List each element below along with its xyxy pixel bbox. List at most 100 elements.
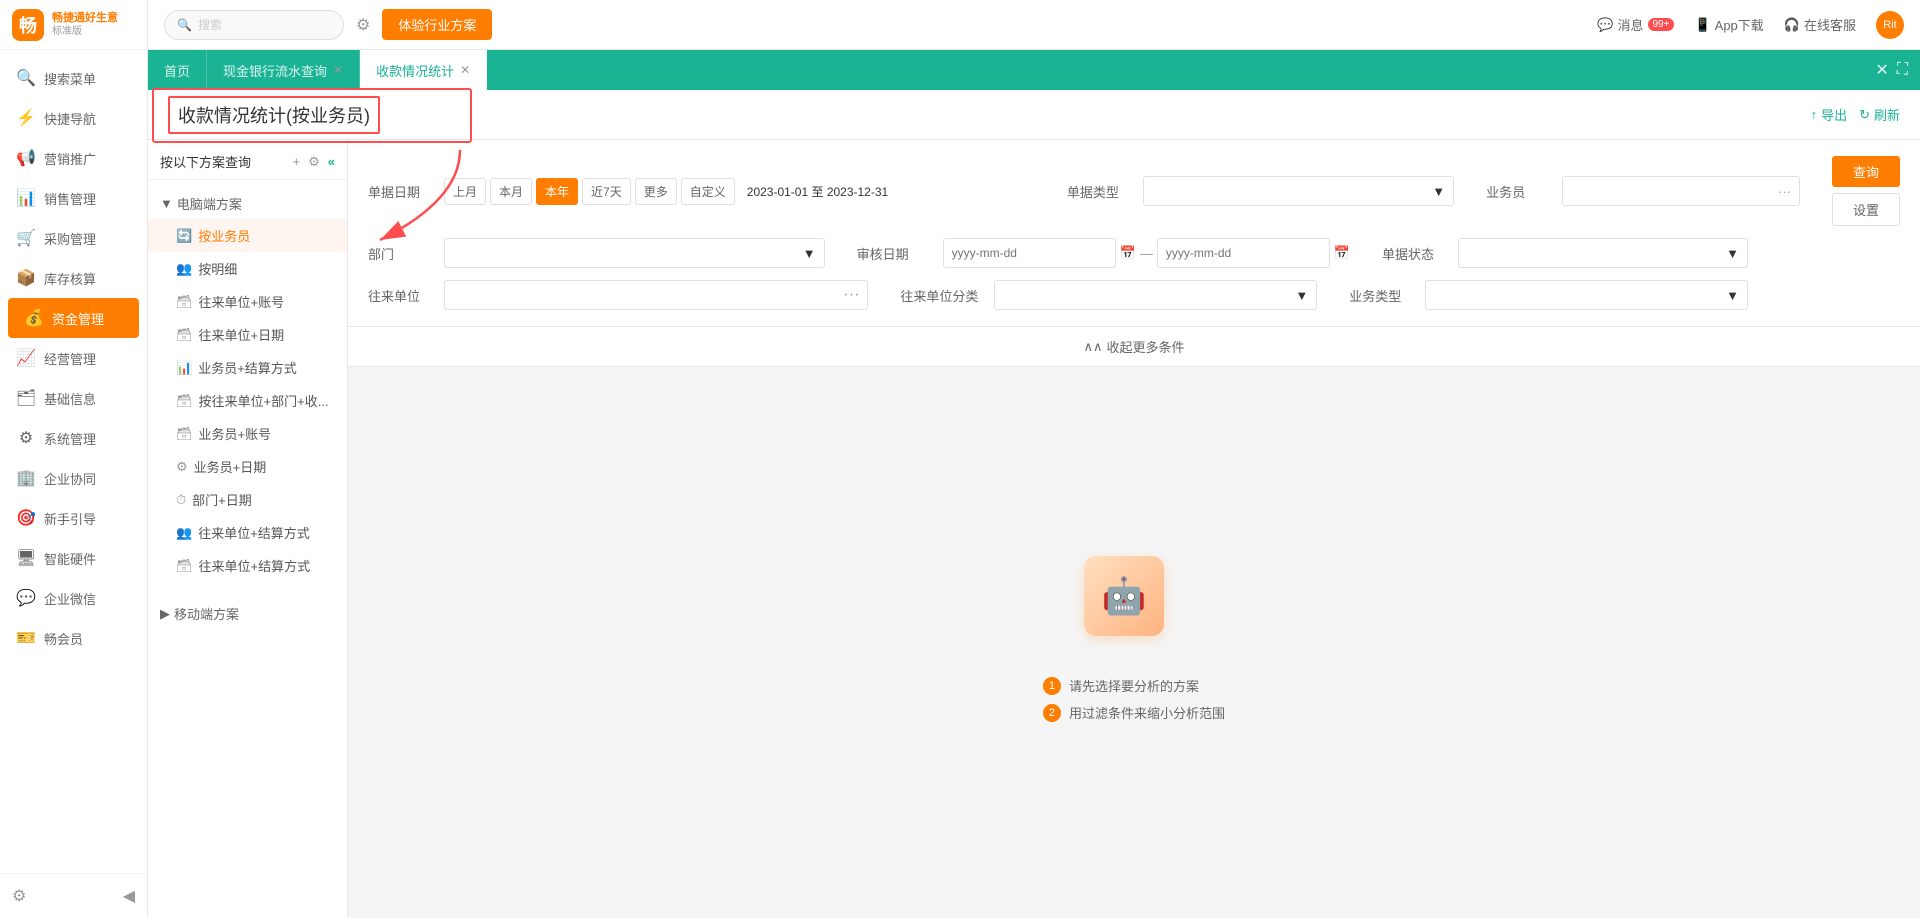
sidebar-collapse-btn[interactable]: ◀‍‍ — [123, 886, 135, 906]
hardware-icon: 🖥 — [16, 548, 36, 568]
user-avatar[interactable]: Rit — [1876, 11, 1904, 39]
doc-status-chevron: ▼ — [1726, 246, 1739, 261]
app-download-btn[interactable]: 📱 App下载 — [1694, 15, 1763, 34]
dept-label: 部门 — [368, 244, 428, 263]
topbar-search-icon: 🔍 — [177, 18, 192, 32]
sidebar-item-wechat[interactable]: 💬 企业微信 — [0, 578, 147, 618]
partner-dept-icon: 🗃 — [176, 393, 193, 409]
query-btn[interactable]: 查询 — [1832, 156, 1900, 187]
online-service-btn[interactable]: 🎧 在线客服 — [1784, 15, 1856, 34]
sidebar-settings-btn[interactable]: ⚙ — [12, 886, 26, 906]
scheme-section-desktop: ▼ 电脑端方案 🔄 按业务员 👥 按明细 🗃 往来单位+账号 🗃 — [148, 180, 347, 590]
topbar-left: 🔍 搜索 ⚙ 体验行业方案 — [164, 9, 492, 40]
scheme-item-salesman-method[interactable]: 📊 业务员+结算方式 — [148, 351, 347, 384]
sidebar-item-member[interactable]: 🎫 畅会员 — [0, 618, 147, 658]
calendar-start-icon[interactable]: 📅 — [1120, 245, 1136, 261]
basic-icon: 🗂 — [16, 388, 36, 408]
message-btn[interactable]: 💬 消息 99+ — [1597, 15, 1674, 34]
partner-category-label: 往来单位分类 — [900, 286, 978, 305]
tab-collection-close[interactable]: ✕ — [460, 63, 470, 77]
scheme-item-partner-dept[interactable]: 🗃 按往来单位+部门+收... — [148, 384, 347, 417]
export-btn[interactable]: ↑ 导出 — [1811, 105, 1848, 124]
partner-date-icon: 🗃 — [176, 327, 193, 343]
tab-bank-close[interactable]: ✕ — [333, 63, 343, 77]
sidebar-item-search[interactable]: 🔍 搜索菜单 — [0, 58, 147, 98]
dept-chevron-icon: ▼ — [803, 246, 816, 261]
sidebar: 畅 畅捷通好生意 标准版 🔍 搜索菜单 ⚡ 快捷导航 📢 营销推广 📊 销售管理… — [0, 0, 148, 918]
date-btn-this-year[interactable]: 本年 — [536, 178, 578, 205]
tab-bank[interactable]: 现金银行流水查询 ✕ — [207, 50, 360, 90]
scheme-item-dept-date[interactable]: ⏱ 部门+日期 — [148, 483, 347, 516]
topbar-search-box[interactable]: 🔍 搜索 — [164, 10, 344, 40]
dept-select[interactable]: ▼ — [444, 238, 825, 268]
operation-icon: 📈 — [16, 348, 36, 368]
scheme-item-partner-method2[interactable]: 🗃 往来单位+结算方式 — [148, 549, 347, 582]
review-start-input[interactable] — [943, 238, 1116, 268]
date-btn-more[interactable]: 更多 — [635, 178, 677, 205]
sidebar-item-inventory[interactable]: 📦 库存核算 — [0, 258, 147, 298]
sidebar-item-guide[interactable]: 🎯 新手引导 — [0, 498, 147, 538]
collapse-panel-btn[interactable]: « — [328, 154, 335, 170]
hint-item-2: 2 用过滤条件来缩小分析范围 — [1043, 703, 1225, 722]
app-logo: 畅 畅捷通好生意 标准版 — [0, 0, 147, 50]
sidebar-item-operation[interactable]: 📈 经营管理 — [0, 338, 147, 378]
sidebar-item-purchase[interactable]: 🛒 采购管理 — [0, 218, 147, 258]
close-window-btn[interactable]: ✕ — [1875, 60, 1888, 80]
partner-dots[interactable]: ··· — [843, 286, 859, 304]
sidebar-footer: ⚙ ◀‍‍ — [0, 873, 147, 918]
trial-btn[interactable]: 体验行业方案 — [382, 9, 492, 40]
chevron-down-icon: ▼ — [1432, 184, 1445, 199]
refresh-btn[interactable]: ↻ 刷新 — [1859, 105, 1900, 124]
topbar-gear-btn[interactable]: ⚙ — [356, 15, 370, 35]
sidebar-item-quicknav[interactable]: ⚡ 快捷导航 — [0, 98, 147, 138]
left-panel: 按以下方案查询 + ⚙ « ▼ 电脑端方案 🔄 按业务员 👥 — [148, 140, 348, 918]
salesman-select[interactable]: ··· — [1562, 176, 1800, 206]
scheme-item-salesman-account[interactable]: 🗃 业务员+账号 — [148, 417, 347, 450]
sidebar-item-corp[interactable]: 🏢 企业协同 — [0, 458, 147, 498]
collapse-more-btn[interactable]: ∧∧ 收起更多条件 — [348, 327, 1920, 367]
add-scheme-btn[interactable]: + — [293, 154, 301, 170]
date-btn-last-month[interactable]: 上月 — [444, 178, 486, 205]
sidebar-item-system[interactable]: ⚙ 系统管理 — [0, 418, 147, 458]
review-date-label: 审核日期 — [857, 244, 927, 263]
scheme-item-partner-method1[interactable]: 👥 往来单位+结算方式 — [148, 516, 347, 549]
partner-method1-icon: 👥 — [176, 525, 192, 541]
calendar-end-icon[interactable]: 📅 — [1334, 245, 1350, 261]
salesman-more-dots[interactable]: ··· — [1778, 184, 1791, 199]
sidebar-nav: 🔍 搜索菜单 ⚡ 快捷导航 📢 营销推广 📊 销售管理 🛒 采购管理 📦 库存核… — [0, 50, 147, 873]
date-btn-this-month[interactable]: 本月 — [490, 178, 532, 205]
review-date-group: 📅 — 📅 — [943, 238, 1350, 268]
query-btns: 查询 设置 — [1832, 156, 1900, 226]
date-btn-7days[interactable]: 近7天 — [582, 178, 631, 205]
salesman-method-icon: 📊 — [176, 360, 192, 376]
tabbar-actions: ✕ ⛶ — [1875, 60, 1920, 80]
date-separator: — — [1140, 246, 1153, 261]
maximize-btn[interactable]: ⛶ — [1897, 61, 1908, 79]
sidebar-item-marketing[interactable]: 📢 营销推广 — [0, 138, 147, 178]
sidebar-item-hardware[interactable]: 🖥 智能硬件 — [0, 538, 147, 578]
scheme-item-detail[interactable]: 👥 按明细 — [148, 252, 347, 285]
partner-category-select[interactable]: ▼ — [994, 280, 1317, 310]
biz-type-chevron: ▼ — [1726, 288, 1739, 303]
scheme-item-partner-account[interactable]: 🗃 往来单位+账号 — [148, 285, 347, 318]
scheme-item-partner-date[interactable]: 🗃 往来单位+日期 — [148, 318, 347, 351]
sidebar-item-sales[interactable]: 📊 销售管理 — [0, 178, 147, 218]
scheme-settings-btn[interactable]: ⚙ — [308, 154, 320, 170]
tab-home[interactable]: 首页 — [148, 50, 207, 90]
tab-collection[interactable]: 收款情况统计 ✕ — [360, 50, 487, 90]
biz-type-select[interactable]: ▼ — [1425, 280, 1748, 310]
doc-type-select[interactable]: ▼ — [1143, 176, 1454, 206]
doc-status-select[interactable]: ▼ — [1458, 238, 1748, 268]
sidebar-item-basic[interactable]: 🗂 基础信息 — [0, 378, 147, 418]
partner-select[interactable]: ··· — [444, 280, 868, 310]
date-btn-custom[interactable]: 自定义 — [681, 178, 735, 205]
scheme-group-mobile[interactable]: ▶ 移动端方案 — [148, 598, 347, 629]
scheme-item-salesman[interactable]: 🔄 按业务员 — [148, 219, 347, 252]
scheme-group-desktop[interactable]: ▼ 电脑端方案 — [148, 188, 347, 219]
dept-date-icon: ⏱ — [176, 492, 186, 508]
review-end-input[interactable] — [1157, 238, 1330, 268]
scheme-item-salesman-date[interactable]: ⚙ 业务员+日期 — [148, 450, 347, 483]
marketing-icon: 📢 — [16, 148, 36, 168]
settings-btn[interactable]: 设置 — [1832, 193, 1900, 226]
sidebar-item-finance[interactable]: 💰 资金管理 — [8, 298, 139, 338]
